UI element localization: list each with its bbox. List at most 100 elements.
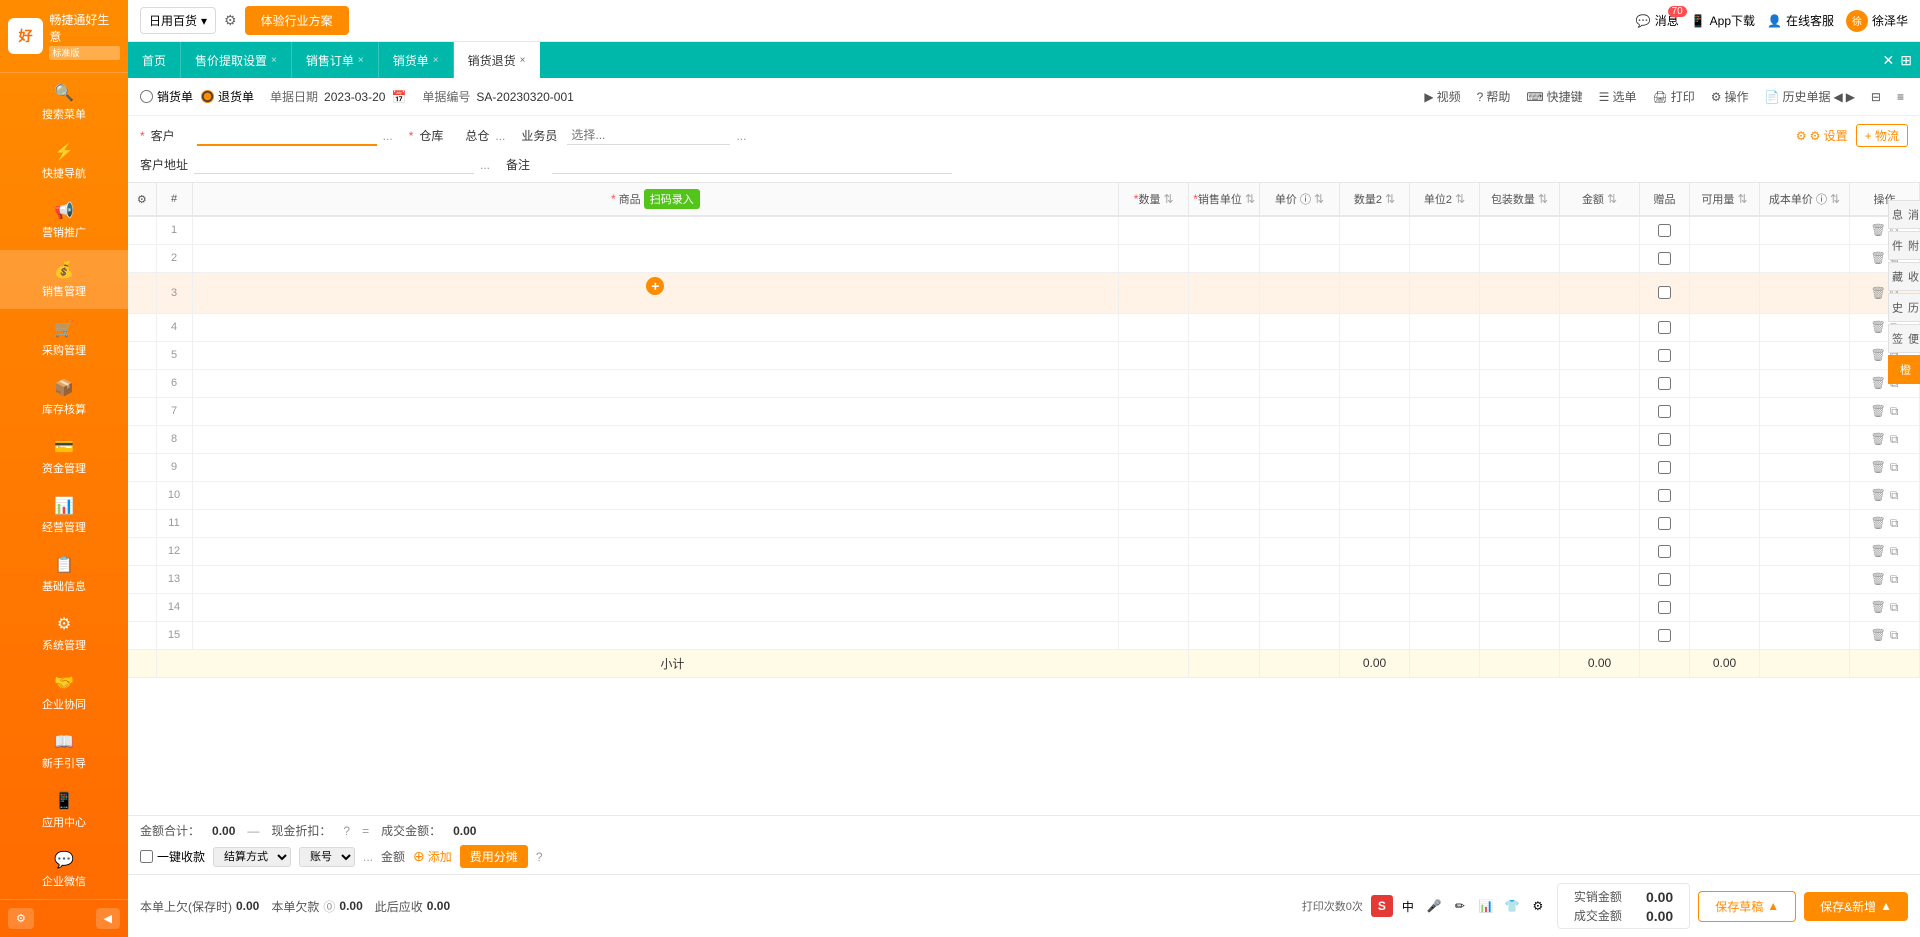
tab-sales-return-close[interactable]: × — [520, 55, 526, 66]
row-unit-9[interactable] — [1189, 453, 1260, 481]
row-amount-12[interactable] — [1560, 537, 1640, 565]
row-qty2-12[interactable] — [1340, 537, 1410, 565]
row-product-11[interactable] — [192, 509, 1119, 537]
row-unit2-5[interactable] — [1410, 341, 1480, 369]
remark-input[interactable] — [552, 155, 952, 174]
radio-return-input[interactable] — [201, 90, 214, 103]
ime-pencil-icon[interactable]: ✏ — [1449, 895, 1471, 917]
gift-check-15[interactable] — [1658, 629, 1671, 642]
row-qty2-1[interactable] — [1340, 216, 1410, 244]
row-pack-3[interactable] — [1480, 272, 1560, 313]
row-costprice-14[interactable] — [1760, 593, 1850, 621]
row-price-3[interactable] — [1260, 272, 1340, 313]
row-amount-7[interactable] — [1560, 397, 1640, 425]
row-avail-2[interactable] — [1690, 244, 1760, 272]
ime-zh-icon[interactable]: 中 — [1397, 895, 1419, 917]
row-product-1[interactable] — [192, 216, 1119, 244]
row-qty2-9[interactable] — [1340, 453, 1410, 481]
copy-icon-10[interactable]: ⧉ — [1890, 488, 1899, 503]
product-input-3[interactable] — [595, 295, 715, 309]
row-pack-1[interactable] — [1480, 216, 1560, 244]
app-download-btn[interactable]: 📱 App下载 — [1691, 12, 1755, 29]
sidebar-item-finance[interactable]: 💳 资金管理 — [0, 427, 128, 486]
row-avail-3[interactable] — [1690, 272, 1760, 313]
row-gift-14[interactable] — [1640, 593, 1690, 621]
row-product-10[interactable] — [192, 481, 1119, 509]
row-avail-9[interactable] — [1690, 453, 1760, 481]
tab-sales[interactable]: 销货单 × — [379, 42, 454, 78]
sidebar-collapse-btn[interactable]: ◀ — [96, 908, 120, 929]
settle-select[interactable]: 结算方式 — [213, 847, 291, 867]
row-unit2-8[interactable] — [1410, 425, 1480, 453]
float-attach-btn[interactable]: 附件 — [1888, 231, 1920, 260]
row-costprice-7[interactable] — [1760, 397, 1850, 425]
row-avail-4[interactable] — [1690, 313, 1760, 341]
row-qty2-15[interactable] — [1340, 621, 1410, 649]
add-logistics-btn[interactable]: + 物流 — [1856, 124, 1908, 147]
row-avail-13[interactable] — [1690, 565, 1760, 593]
save-new-btn[interactable]: 保存&新增 ▲ — [1804, 892, 1908, 921]
row-avail-10[interactable] — [1690, 481, 1760, 509]
row-unit-4[interactable] — [1189, 313, 1260, 341]
row-price-13[interactable] — [1260, 565, 1340, 593]
row-amount-6[interactable] — [1560, 369, 1640, 397]
row-unit2-11[interactable] — [1410, 509, 1480, 537]
gift-check-5[interactable] — [1658, 349, 1671, 362]
row-costprice-13[interactable] — [1760, 565, 1850, 593]
row-costprice-12[interactable] — [1760, 537, 1850, 565]
gift-check-12[interactable] — [1658, 545, 1671, 558]
row-amount-9[interactable] — [1560, 453, 1640, 481]
customer-input[interactable] — [197, 126, 377, 146]
tab-sales-order-close[interactable]: × — [358, 55, 364, 66]
history-next-icon[interactable]: ▶ — [1846, 90, 1855, 104]
float-star-btn[interactable]: 收藏 — [1888, 262, 1920, 291]
row-unit2-10[interactable] — [1410, 481, 1480, 509]
row-qty-8[interactable] — [1119, 425, 1189, 453]
row-price-4[interactable] — [1260, 313, 1340, 341]
ime-settings-icon[interactable]: ⚙ — [1527, 895, 1549, 917]
staff-input[interactable] — [567, 126, 730, 145]
row-costprice-1[interactable] — [1760, 216, 1850, 244]
delete-icon-6[interactable]: 🗑 — [1871, 376, 1886, 390]
ime-shirt-icon[interactable]: 👕 — [1501, 895, 1523, 917]
row-unit-11[interactable] — [1189, 509, 1260, 537]
row-costprice-8[interactable] — [1760, 425, 1850, 453]
row-amount-15[interactable] — [1560, 621, 1640, 649]
fee-btn[interactable]: 费用分摊 — [460, 845, 528, 868]
sidebar-item-quick[interactable]: ⚡ 快捷导航 — [0, 132, 128, 191]
row-qty2-3[interactable] — [1340, 272, 1410, 313]
row-qty-4[interactable] — [1119, 313, 1189, 341]
sidebar-item-inventory[interactable]: 📦 库存核算 — [0, 368, 128, 427]
experience-btn[interactable]: 体验行业方案 — [245, 6, 349, 35]
row-product-3[interactable]: + — [192, 272, 1119, 313]
copy-icon-12[interactable]: ⧉ — [1890, 544, 1899, 559]
discount-help-icon[interactable]: ? — [343, 824, 350, 838]
row-product-6[interactable] — [192, 369, 1119, 397]
ime-mic-icon[interactable]: 🎤 — [1423, 895, 1445, 917]
row-product-2[interactable] — [192, 244, 1119, 272]
row-unit-15[interactable] — [1189, 621, 1260, 649]
row-qty-5[interactable] — [1119, 341, 1189, 369]
row-unit-8[interactable] — [1189, 425, 1260, 453]
row-costprice-4[interactable] — [1760, 313, 1850, 341]
sidebar-item-search[interactable]: 🔍 搜索菜单 — [0, 73, 128, 132]
delete-icon-10[interactable]: 🗑 — [1871, 488, 1886, 502]
row-unit2-12[interactable] — [1410, 537, 1480, 565]
row-pack-9[interactable] — [1480, 453, 1560, 481]
row-qty-10[interactable] — [1119, 481, 1189, 509]
history-btn[interactable]: 📄 历史单据 ◀ ▶ — [1760, 86, 1858, 107]
float-msg-btn[interactable]: 消息 — [1888, 200, 1920, 229]
grid-view-btn[interactable]: ⊟ — [1867, 88, 1885, 106]
row-product-8[interactable] — [192, 425, 1119, 453]
row-qty-11[interactable] — [1119, 509, 1189, 537]
sidebar-item-purchase[interactable]: 🛒 采购管理 — [0, 309, 128, 368]
row-avail-6[interactable] — [1690, 369, 1760, 397]
row-product-15[interactable] — [192, 621, 1119, 649]
row-price-6[interactable] — [1260, 369, 1340, 397]
row-amount-4[interactable] — [1560, 313, 1640, 341]
row-unit-1[interactable] — [1189, 216, 1260, 244]
onepay-checkbox[interactable]: 一键收款 — [140, 848, 205, 865]
row-product-13[interactable] — [192, 565, 1119, 593]
radio-return[interactable]: 退货单 — [201, 88, 254, 105]
help-btn[interactable]: ? 帮助 — [1473, 86, 1515, 107]
